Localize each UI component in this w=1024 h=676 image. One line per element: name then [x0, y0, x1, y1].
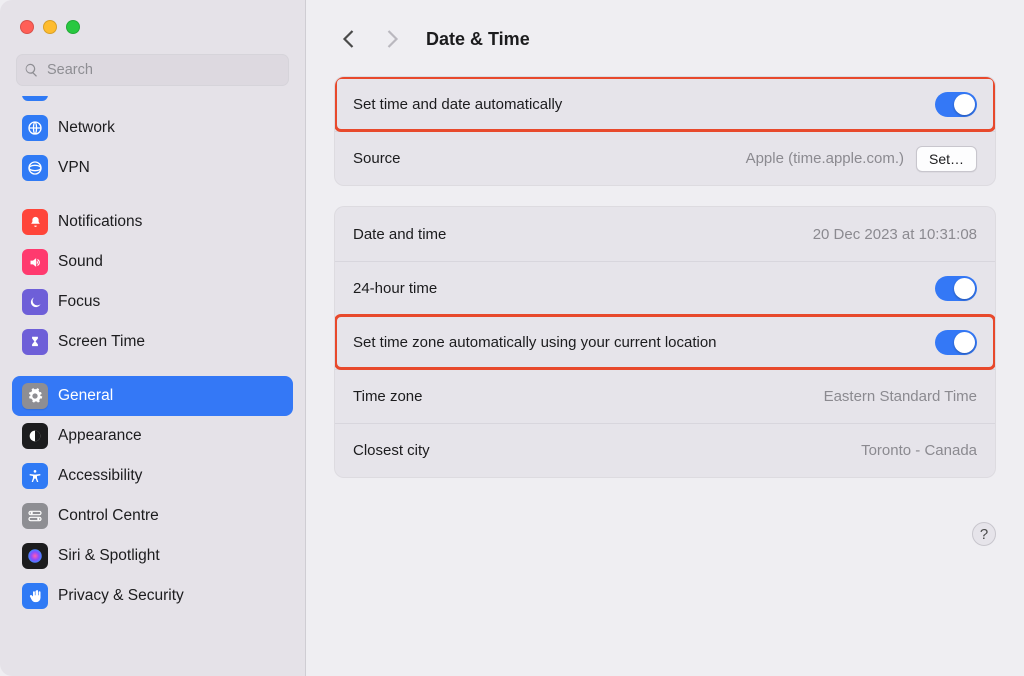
- sidebar-item-label: Siri & Spotlight: [58, 547, 160, 565]
- sidebar-item-label: Sound: [58, 253, 103, 271]
- sidebar-item-screen-time[interactable]: Screen Time: [12, 322, 293, 362]
- source-set-button[interactable]: Set…: [916, 146, 977, 172]
- row-datetime: Date and time 20 Dec 2023 at 10:31:08: [335, 207, 995, 261]
- sidebar-item-network[interactable]: Network: [12, 108, 293, 148]
- search-field[interactable]: [16, 54, 289, 86]
- hour24-label: 24-hour time: [353, 280, 935, 297]
- gear-icon: [22, 383, 48, 409]
- sidebar-item-label: Network: [58, 119, 115, 137]
- sidebar-item-siri-spotlight[interactable]: Siri & Spotlight: [12, 536, 293, 576]
- switches-icon: [22, 503, 48, 529]
- sidebar-item-accessibility[interactable]: Accessibility: [12, 456, 293, 496]
- maximize-window-button[interactable]: [66, 20, 80, 34]
- sidebar-item-label: Control Centre: [58, 507, 159, 525]
- source-label: Source: [353, 150, 746, 167]
- row-auto-time: Set time and date automatically: [335, 77, 995, 131]
- sidebar-item-label: Notifications: [58, 213, 142, 231]
- city-label: Closest city: [353, 442, 861, 459]
- auto-tz-label: Set time zone automatically using your c…: [353, 334, 935, 351]
- sidebar-item-control-centre[interactable]: Control Centre: [12, 496, 293, 536]
- vpn-icon: [22, 155, 48, 181]
- hour24-toggle[interactable]: [935, 276, 977, 301]
- datetime-value: 20 Dec 2023 at 10:31:08: [813, 226, 977, 243]
- sidebar-item-appearance[interactable]: Appearance: [12, 416, 293, 456]
- sidebar-item-label: Accessibility: [58, 467, 142, 485]
- forward-button[interactable]: [378, 25, 406, 53]
- sidebar-item-focus[interactable]: Focus: [12, 282, 293, 322]
- search-icon: [24, 63, 39, 78]
- tz-label: Time zone: [353, 388, 824, 405]
- sidebar-list[interactable]: Bluetooth Network VPN Notifications Sound Foc…: [0, 96, 305, 676]
- sidebar-item-label: Focus: [58, 293, 100, 311]
- main-panel: Date & Time Set time and date automatica…: [306, 0, 1024, 676]
- sidebar-item-label: Appearance: [58, 427, 142, 445]
- auto-tz-toggle[interactable]: [935, 330, 977, 355]
- sound-icon: [22, 249, 48, 275]
- sidebar-item-bluetooth[interactable]: Bluetooth: [12, 96, 293, 108]
- window-controls: [0, 0, 305, 54]
- group-datetime: Date and time 20 Dec 2023 at 10:31:08 24…: [334, 206, 996, 478]
- sidebar-item-label: Bluetooth: [58, 96, 124, 97]
- bluetooth-icon: [22, 96, 48, 101]
- row-tz: Time zone Eastern Standard Time: [335, 369, 995, 423]
- source-value: Apple (time.apple.com.): [746, 150, 904, 167]
- hourglass-icon: [22, 329, 48, 355]
- hand-icon: [22, 583, 48, 609]
- sidebar-item-general[interactable]: General: [12, 376, 293, 416]
- sidebar-item-label: Privacy & Security: [58, 587, 184, 605]
- row-city: Closest city Toronto - Canada: [335, 423, 995, 477]
- sidebar-item-notifications[interactable]: Notifications: [12, 202, 293, 242]
- moon-icon: [22, 289, 48, 315]
- chevron-left-icon: [342, 29, 355, 49]
- row-auto-tz: Set time zone automatically using your c…: [335, 315, 995, 369]
- search-input[interactable]: [16, 54, 289, 86]
- tz-value: Eastern Standard Time: [824, 388, 977, 405]
- auto-time-label: Set time and date automatically: [353, 96, 935, 113]
- sidebar-item-label: Screen Time: [58, 333, 145, 351]
- group-time-source: Set time and date automatically Source A…: [334, 76, 996, 186]
- minimize-window-button[interactable]: [43, 20, 57, 34]
- bell-icon: [22, 209, 48, 235]
- page-title: Date & Time: [426, 29, 530, 50]
- header: Date & Time: [334, 16, 996, 62]
- chevron-right-icon: [386, 29, 399, 49]
- help-button[interactable]: ?: [972, 522, 996, 546]
- siri-icon: [22, 543, 48, 569]
- sidebar-item-privacy-security[interactable]: Privacy & Security: [12, 576, 293, 616]
- datetime-label: Date and time: [353, 226, 813, 243]
- row-24hour: 24-hour time: [335, 261, 995, 315]
- accessibility-icon: [22, 463, 48, 489]
- sidebar-item-vpn[interactable]: VPN: [12, 148, 293, 188]
- auto-time-toggle[interactable]: [935, 92, 977, 117]
- settings-window: Bluetooth Network VPN Notifications Sound Foc…: [0, 0, 1024, 676]
- row-source: Source Apple (time.apple.com.) Set…: [335, 131, 995, 185]
- sidebar-item-label: VPN: [58, 159, 90, 177]
- network-icon: [22, 115, 48, 141]
- sidebar-item-label: General: [58, 387, 113, 405]
- sidebar-item-sound[interactable]: Sound: [12, 242, 293, 282]
- appearance-icon: [22, 423, 48, 449]
- back-button[interactable]: [334, 25, 362, 53]
- close-window-button[interactable]: [20, 20, 34, 34]
- sidebar: Bluetooth Network VPN Notifications Sound Foc…: [0, 0, 306, 676]
- city-value: Toronto - Canada: [861, 442, 977, 459]
